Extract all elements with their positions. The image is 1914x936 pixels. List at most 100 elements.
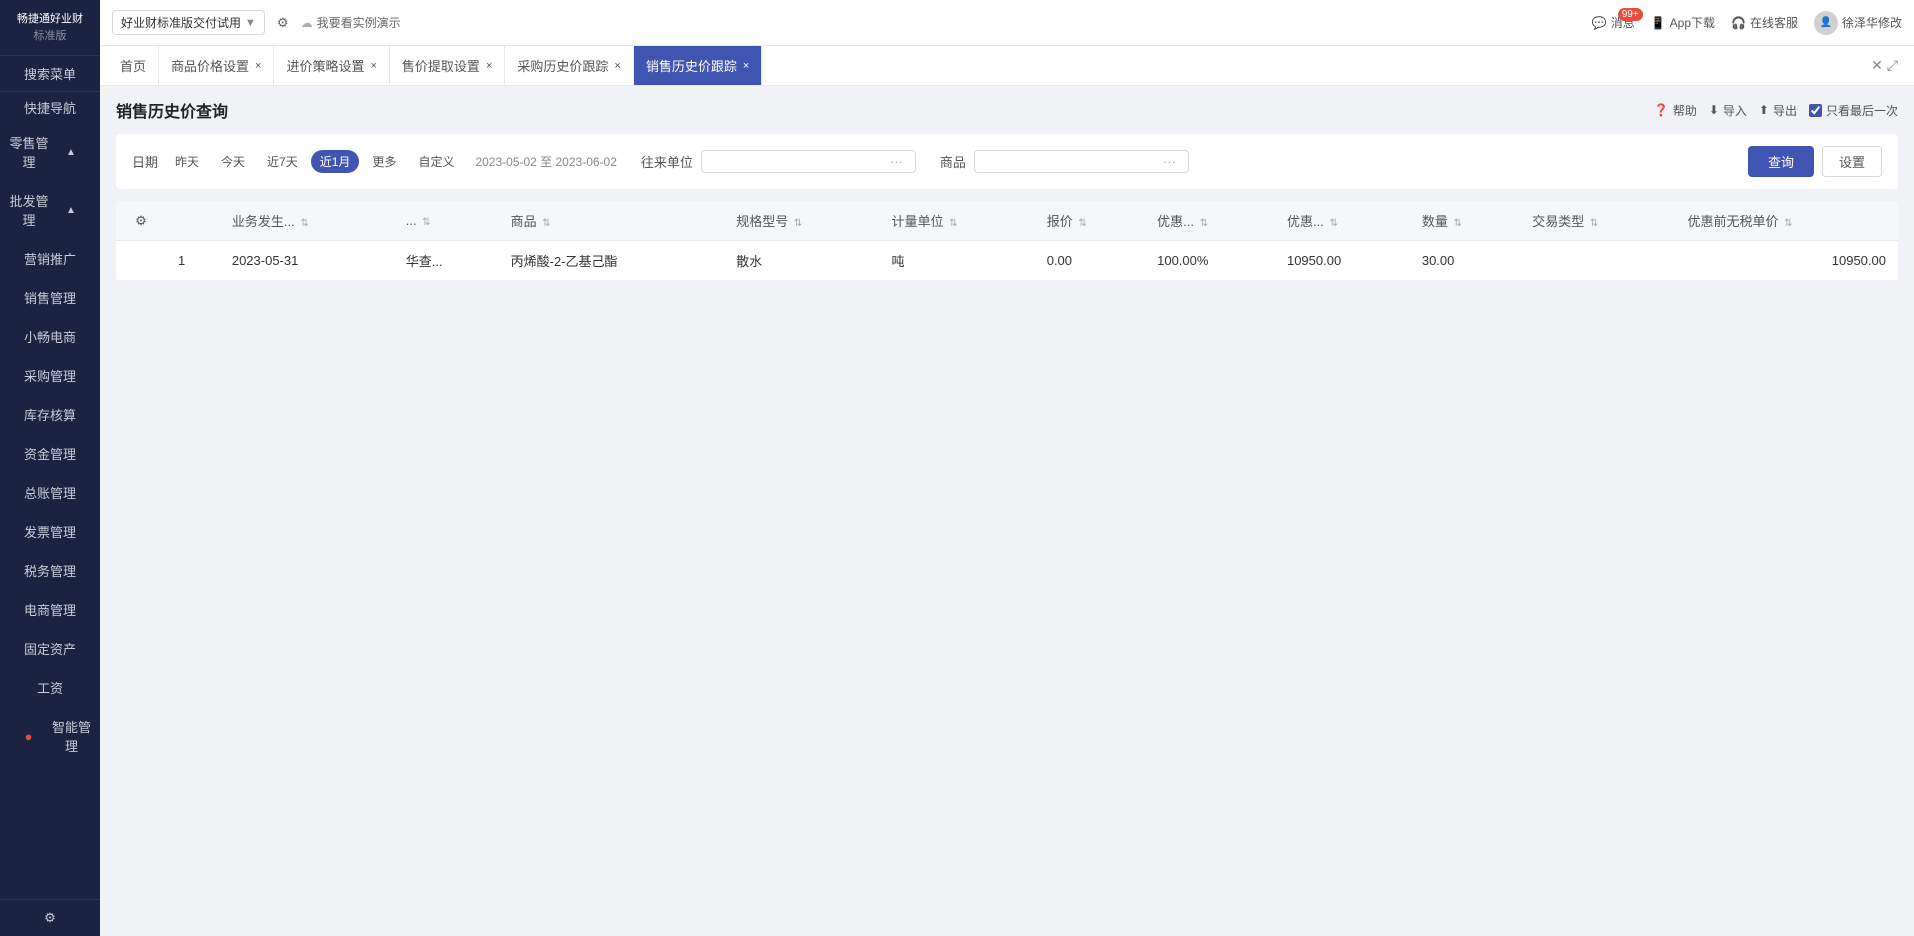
topbar-actions: 💬 消息 99+ 📱 App下载 🎧 在线客服 👤 徐泽华修改 [1592, 11, 1902, 35]
col-quantity[interactable]: 数量 ⇅ [1410, 201, 1520, 241]
sort-icon-discount1: ⇅ [1200, 218, 1208, 229]
tab-purchase-strategy[interactable]: 进价策略设置 × [274, 46, 389, 86]
sidebar-item-smart[interactable]: ● 智能管理 [0, 707, 100, 765]
date-btn-1month[interactable]: 近1月 [311, 150, 360, 173]
notifications-btn[interactable]: 💬 消息 99+ [1592, 14, 1635, 31]
date-btn-today[interactable]: 今天 [212, 150, 254, 173]
date-btn-more[interactable]: 更多 [363, 150, 405, 173]
col-pre-tax-price[interactable]: 优惠前无税单价 ⇅ [1675, 201, 1898, 241]
col-unit[interactable]: 计量单位 ⇅ [880, 201, 1035, 241]
sort-icon-price: ⇅ [1078, 218, 1086, 229]
tab-close-purchase-strategy[interactable]: × [370, 60, 376, 72]
tab-close-sales-history[interactable]: × [743, 60, 749, 72]
row-settings-cell [116, 241, 166, 281]
sidebar-item-invoice[interactable]: 发票管理 [0, 512, 100, 551]
close-panel-icon[interactable]: ✕ [1871, 57, 1883, 74]
from-unit-input[interactable] [710, 154, 886, 169]
sidebar-item-tax[interactable]: 税务管理 [0, 551, 100, 590]
sidebar-item-ledger[interactable]: 总账管理 [0, 473, 100, 512]
sidebar-search[interactable]: 搜索菜单 [0, 56, 100, 92]
product-selector[interactable]: 好业财标准版交付试用 ▼ [112, 10, 265, 35]
retail-arrow: ▲ [50, 147, 92, 158]
date-btn-7days[interactable]: 近7天 [258, 150, 307, 173]
sidebar-quick-nav[interactable]: 快捷导航 [0, 92, 100, 123]
row-discount2: 10950.00 [1275, 241, 1410, 281]
row-transaction-type [1520, 241, 1675, 281]
export-btn[interactable]: ⬆ 导出 [1759, 102, 1797, 119]
online-service-btn[interactable]: 🎧 在线客服 [1731, 14, 1798, 31]
page-title: 销售历史价查询 [116, 98, 228, 122]
sidebar: 畅捷通好业财 标准版 搜索菜单 快捷导航 零售管理 ▲ 批发管理 ▲ 营销推广 … [0, 0, 100, 936]
sidebar-item-assets[interactable]: 固定资产 [0, 629, 100, 668]
tab-close-product-price[interactable]: × [255, 60, 261, 72]
app-logo-name: 畅捷通好业财 [17, 12, 83, 27]
query-button[interactable]: 查询 [1748, 146, 1814, 177]
help-btn[interactable]: ❓ 帮助 [1654, 102, 1697, 119]
row-quantity: 30.00 [1410, 241, 1520, 281]
row-more: 华查... [394, 241, 499, 281]
topbar-settings-icon[interactable]: ⚙ [273, 11, 293, 35]
date-label: 日期 [132, 152, 158, 171]
tab-home[interactable]: 首页 [108, 46, 159, 86]
col-price[interactable]: 报价 ⇅ [1035, 201, 1145, 241]
col-more[interactable]: ... ⇅ [394, 201, 499, 241]
row-business-date: 2023-05-31 [220, 241, 394, 281]
product-input[interactable] [983, 154, 1159, 169]
product-dots-btn[interactable]: ··· [1159, 154, 1180, 169]
tab-close-purchase-history[interactable]: × [614, 60, 620, 72]
dropdown-arrow-icon: ▼ [245, 17, 256, 29]
sidebar-item-ecommerce-small[interactable]: 小畅电商 [0, 317, 100, 356]
sidebar-item-inventory[interactable]: 库存核算 [0, 395, 100, 434]
sort-icon-pre-tax-price: ⇅ [1784, 218, 1792, 229]
col-transaction-type[interactable]: 交易类型 ⇅ [1520, 201, 1675, 241]
app-download-btn[interactable]: 📱 App下载 [1651, 14, 1715, 31]
settings-icon: ⚙ [44, 910, 56, 925]
sidebar-item-marketing[interactable]: 营销推广 [0, 239, 100, 278]
sidebar-item-payroll[interactable]: 工资 [0, 668, 100, 707]
tab-purchase-history[interactable]: 采购历史价跟踪 × [505, 46, 633, 86]
sort-icon-more: ⇅ [422, 217, 430, 228]
date-btn-custom[interactable]: 自定义 [409, 150, 463, 173]
smart-dot: ● [8, 729, 49, 744]
table-header: ⚙ 业务发生... ⇅ ... ⇅ 商品 ⇅ [116, 201, 1898, 241]
col-settings[interactable]: ⚙ [116, 201, 166, 241]
table-body: 1 2023-05-31 华查... 丙烯酸-2-乙基己酯 散水 吨 0.00 … [116, 241, 1898, 281]
sidebar-settings-btn[interactable]: ⚙ [0, 899, 100, 936]
from-unit-dots-btn[interactable]: ··· [886, 154, 907, 169]
app-logo: 畅捷通好业财 标准版 [0, 0, 100, 56]
sidebar-item-purchase[interactable]: 采购管理 [0, 356, 100, 395]
filter-bar: 日期 昨天 今天 近7天 近1月 更多 自定义 2023-05-02 至 202… [116, 134, 1898, 189]
from-unit-input-wrap: ··· [701, 150, 916, 173]
row-discount1: 100.00% [1145, 241, 1275, 281]
sidebar-item-wholesale[interactable]: 批发管理 ▲ [0, 181, 100, 239]
only-last-input[interactable] [1809, 104, 1822, 117]
row-pre-tax-price: 10950.00 [1675, 241, 1898, 281]
col-product[interactable]: 商品 ⇅ [499, 201, 725, 241]
table-header-row: ⚙ 业务发生... ⇅ ... ⇅ 商品 ⇅ [116, 201, 1898, 241]
col-discount2[interactable]: 优惠... ⇅ [1275, 201, 1410, 241]
tab-product-price[interactable]: 商品价格设置 × [159, 46, 274, 86]
import-icon: ⬇ [1709, 103, 1719, 117]
col-settings-icon[interactable]: ⚙ [135, 213, 147, 228]
settings-button[interactable]: 设置 [1822, 146, 1882, 177]
date-range-display: 2023-05-02 至 2023-06-02 [475, 153, 616, 170]
sidebar-item-ecommerce[interactable]: 电商管理 [0, 590, 100, 629]
tab-panel-controls: ✕ ⤢ [1863, 57, 1906, 74]
user-name: 徐泽华修改 [1842, 14, 1902, 31]
sidebar-item-sales[interactable]: 销售管理 [0, 278, 100, 317]
maximize-panel-icon[interactable]: ⤢ [1887, 57, 1898, 74]
sidebar-item-finance[interactable]: 资金管理 [0, 434, 100, 473]
sidebar-item-retail[interactable]: 零售管理 ▲ [0, 123, 100, 181]
col-spec[interactable]: 规格型号 ⇅ [724, 201, 879, 241]
col-discount1[interactable]: 优惠... ⇅ [1145, 201, 1275, 241]
demo-link[interactable]: ☁ 我要看实例演示 [301, 14, 401, 31]
only-last-checkbox[interactable]: 只看最后一次 [1809, 102, 1898, 119]
user-menu[interactable]: 👤 徐泽华修改 [1814, 11, 1902, 35]
tab-close-price-extract[interactable]: × [486, 60, 492, 72]
tabbar: 首页 商品价格设置 × 进价策略设置 × 售价提取设置 × 采购历史价跟踪 × … [100, 46, 1914, 86]
tab-sales-history[interactable]: 销售历史价跟踪 × [634, 46, 762, 86]
date-btn-yesterday[interactable]: 昨天 [166, 150, 208, 173]
import-btn[interactable]: ⬇ 导入 [1709, 102, 1747, 119]
tab-price-extract[interactable]: 售价提取设置 × [390, 46, 505, 86]
col-business-date[interactable]: 业务发生... ⇅ [220, 201, 394, 241]
